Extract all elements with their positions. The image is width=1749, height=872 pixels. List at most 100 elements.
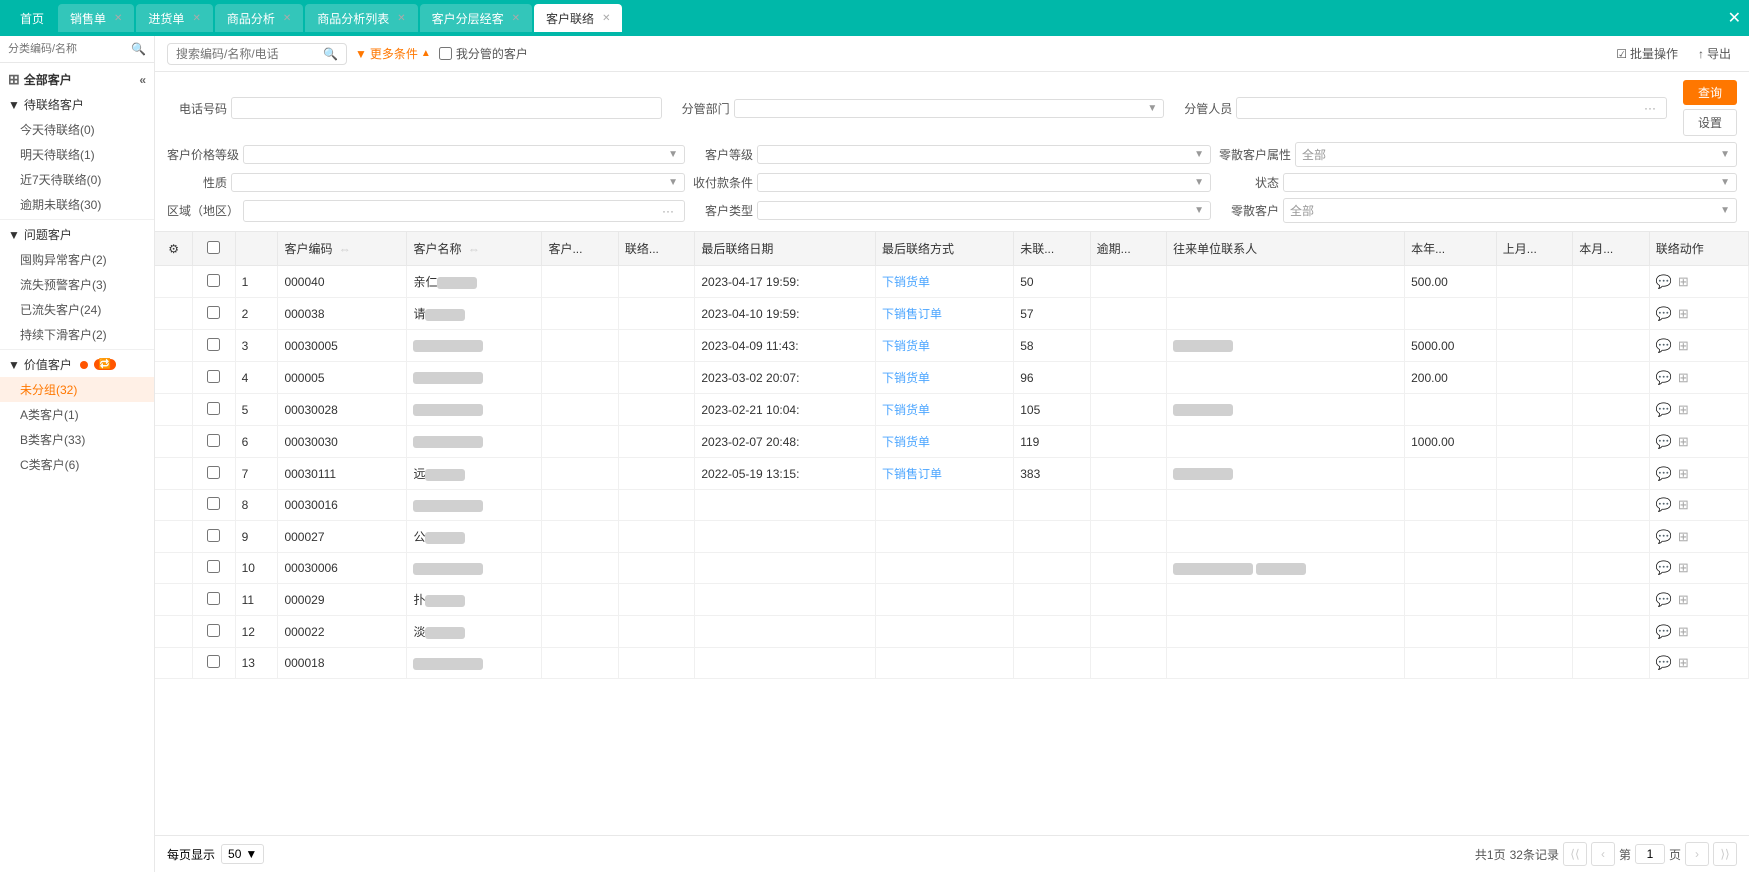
row-checkbox[interactable] — [207, 529, 220, 542]
col-not-contacted[interactable]: 未联... — [1014, 232, 1090, 266]
chat-icon[interactable]: 💬 — [1656, 624, 1672, 640]
col-last-contact-date[interactable]: 最后联络日期 — [695, 232, 876, 266]
grid-action-icon[interactable]: ⊞ — [1678, 338, 1689, 354]
row-checkbox[interactable] — [207, 592, 220, 605]
row-checkbox[interactable] — [207, 655, 220, 668]
row-checkbox[interactable] — [207, 560, 220, 573]
chat-icon[interactable]: 💬 — [1656, 466, 1672, 482]
cell-checkbox[interactable] — [193, 266, 235, 298]
chat-icon[interactable]: 💬 — [1656, 529, 1672, 545]
cell-checkbox[interactable] — [193, 490, 235, 521]
row-checkbox[interactable] — [207, 434, 220, 447]
first-page-button[interactable]: ⟨⟨ — [1563, 842, 1587, 866]
payment-select[interactable]: ▼ — [757, 173, 1211, 192]
col-contact[interactable]: 联络... — [618, 232, 694, 266]
grid-action-icon[interactable]: ⊞ — [1678, 274, 1689, 290]
cell-checkbox[interactable] — [193, 616, 235, 648]
sidebar-item-hoarding-abnormal[interactable]: 囤购异常客户(2) — [0, 247, 154, 272]
row-checkbox[interactable] — [207, 497, 220, 510]
sidebar-item-today-pending[interactable]: 今天待联络(0) — [0, 117, 154, 142]
manager-dots[interactable]: ··· — [1640, 101, 1660, 115]
last-method-link[interactable]: 下销货单 — [882, 403, 930, 417]
region-dots[interactable]: ··· — [658, 204, 678, 218]
export-button[interactable]: ↑ 导出 — [1692, 42, 1737, 65]
my-customers-checkbox[interactable] — [439, 47, 452, 60]
sidebar-item-overdue-pending[interactable]: 逾期未联络(30) — [0, 192, 154, 217]
sidebar-item-class-b[interactable]: B类客户(33) — [0, 427, 154, 452]
chat-icon[interactable]: 💬 — [1656, 306, 1672, 322]
chat-icon[interactable]: 💬 — [1656, 497, 1672, 513]
col-checkbox[interactable] — [193, 232, 235, 266]
col-this-month[interactable]: 本月... — [1573, 232, 1649, 266]
col-last-contact-method[interactable]: 最后联络方式 — [875, 232, 1013, 266]
cell-checkbox[interactable] — [193, 553, 235, 584]
row-checkbox[interactable] — [207, 274, 220, 287]
sidebar-section-pending[interactable]: ▼ 待联络客户 — [0, 92, 154, 117]
grid-action-icon[interactable]: ⊞ — [1678, 497, 1689, 513]
chat-icon[interactable]: 💬 — [1656, 655, 1672, 671]
sidebar-item-churned[interactable]: 已流失客户(24) — [0, 297, 154, 322]
grid-action-icon[interactable]: ⊞ — [1678, 592, 1689, 608]
sidebar-item-churn-warning[interactable]: 流失预警客户(3) — [0, 272, 154, 297]
grid-action-icon[interactable]: ⊞ — [1678, 434, 1689, 450]
scattered-attr-select[interactable]: 全部 ▼ — [1295, 142, 1737, 167]
chat-icon[interactable]: 💬 — [1656, 402, 1672, 418]
sidebar-section-value[interactable]: ▼ 价值客户 🔁 — [0, 352, 154, 377]
last-method-link[interactable]: 下销售订单 — [882, 467, 942, 481]
tab-sales-close[interactable]: ✕ — [114, 13, 122, 24]
grid-action-icon[interactable]: ⊞ — [1678, 624, 1689, 640]
col-trade-contact[interactable]: 往来单位联系人 — [1167, 232, 1405, 266]
last-page-button[interactable]: ⟩⟩ — [1713, 842, 1737, 866]
sidebar-search-input[interactable] — [8, 43, 127, 55]
row-checkbox[interactable] — [207, 306, 220, 319]
chat-icon[interactable]: 💬 — [1656, 560, 1672, 576]
filter-search-icon[interactable]: 🔍 — [323, 47, 338, 61]
region-select[interactable]: ··· — [243, 200, 685, 222]
dept-select[interactable]: ▼ — [734, 99, 1165, 118]
tab-product-analysis-list[interactable]: 商品分析列表 ✕ — [305, 4, 417, 32]
cell-checkbox[interactable] — [193, 648, 235, 679]
grid-action-icon[interactable]: ⊞ — [1678, 370, 1689, 386]
next-page-button[interactable]: › — [1685, 842, 1709, 866]
tab-product-analysis-close[interactable]: ✕ — [283, 13, 291, 24]
select-all-checkbox[interactable] — [207, 241, 220, 254]
customer-type-select[interactable]: ▼ — [757, 201, 1211, 220]
cell-checkbox[interactable] — [193, 330, 235, 362]
row-checkbox[interactable] — [207, 370, 220, 383]
window-close-button[interactable]: ✕ — [1728, 8, 1741, 28]
cell-checkbox[interactable] — [193, 298, 235, 330]
page-input[interactable] — [1635, 844, 1665, 864]
chat-icon[interactable]: 💬 — [1656, 592, 1672, 608]
chat-icon[interactable]: 💬 — [1656, 370, 1672, 386]
sidebar-item-ungrouped[interactable]: 未分组(32) — [0, 377, 154, 402]
tab-product-analysis-list-close[interactable]: ✕ — [397, 13, 405, 24]
row-checkbox[interactable] — [207, 624, 220, 637]
sidebar-item-7day-pending[interactable]: 近7天待联络(0) — [0, 167, 154, 192]
col-last-month[interactable]: 上月... — [1496, 232, 1572, 266]
tab-customer-segment[interactable]: 客户分层经客 ✕ — [420, 4, 532, 32]
filter-search-input[interactable] — [176, 47, 319, 61]
cell-checkbox[interactable] — [193, 394, 235, 426]
chat-icon[interactable]: 💬 — [1656, 274, 1672, 290]
sidebar-collapse-icon[interactable]: « — [139, 73, 146, 87]
reset-button[interactable]: 设置 — [1683, 109, 1737, 136]
row-checkbox[interactable] — [207, 466, 220, 479]
customer-level-select[interactable]: ▼ — [757, 145, 1211, 164]
sidebar-item-class-c[interactable]: C类客户(6) — [0, 452, 154, 477]
row-checkbox[interactable] — [207, 402, 220, 415]
grid-action-icon[interactable]: ⊞ — [1678, 560, 1689, 576]
row-checkbox[interactable] — [207, 338, 220, 351]
sidebar-item-class-a[interactable]: A类客户(1) — [0, 402, 154, 427]
grid-action-icon[interactable]: ⊞ — [1678, 655, 1689, 671]
prev-page-button[interactable]: ‹ — [1591, 842, 1615, 866]
cell-checkbox[interactable] — [193, 521, 235, 553]
last-method-link[interactable]: 下销货单 — [882, 371, 930, 385]
grid-action-icon[interactable]: ⊞ — [1678, 529, 1689, 545]
tab-customer-contact[interactable]: 客户联络 ✕ — [534, 4, 622, 32]
scattered-select[interactable]: 全部 ▼ — [1283, 198, 1737, 223]
sidebar-search-icon[interactable]: 🔍 — [131, 42, 146, 56]
cell-checkbox[interactable] — [193, 584, 235, 616]
col-customer-type[interactable]: 客户... — [542, 232, 618, 266]
grid-action-icon[interactable]: ⊞ — [1678, 402, 1689, 418]
tab-customer-contact-close[interactable]: ✕ — [602, 13, 610, 24]
